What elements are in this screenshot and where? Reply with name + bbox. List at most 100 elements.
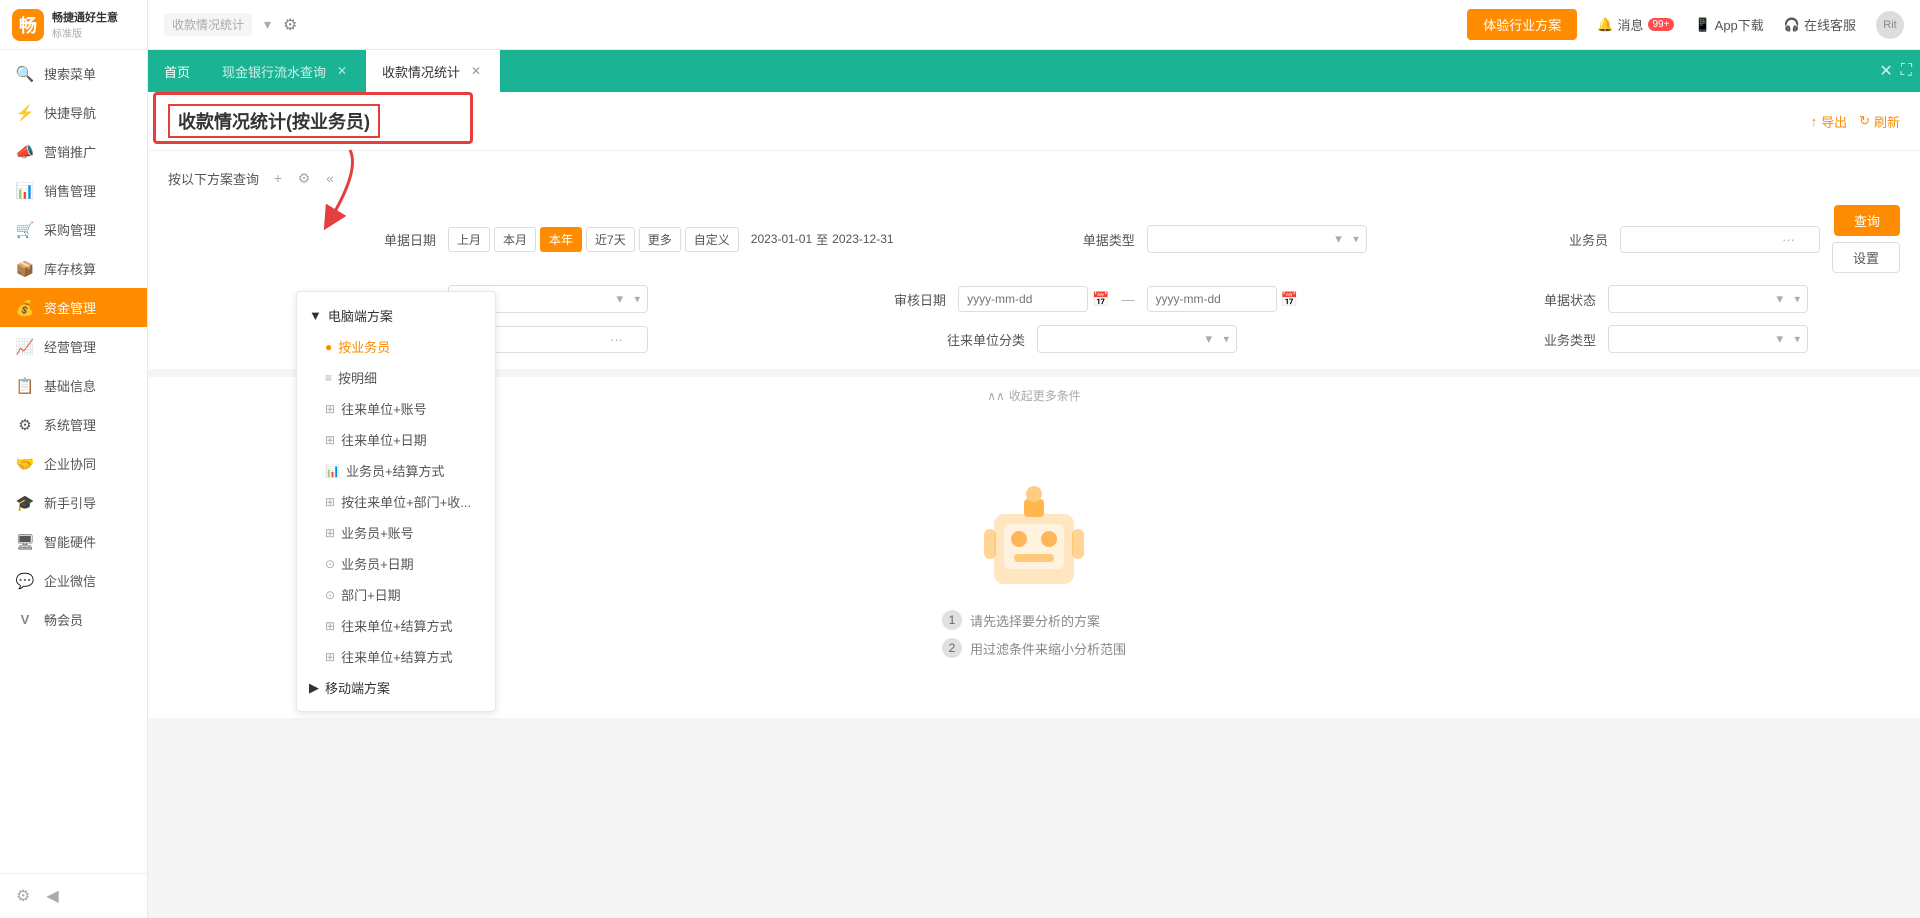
collapse-scheme-icon[interactable]: « [319,167,341,189]
export-button[interactable]: ↑ 导出 [1811,112,1848,131]
sidebar-item-base-info[interactable]: 📋 基础信息 [0,366,147,405]
sidebar-item-label: 智能硬件 [44,532,96,551]
sidebar-item-enterprise[interactable]: 🤝 企业协同 [0,444,147,483]
scheme-item-by-salesperson[interactable]: ● 按业务员 [297,331,495,362]
partner-category-select[interactable]: ▾ [1037,325,1237,353]
sidebar-item-search-menu[interactable]: 🔍 搜索菜单 [0,54,147,93]
member-icon: V [16,611,34,629]
sidebar-item-sales[interactable]: 📊 销售管理 [0,171,147,210]
header-right: 体验行业方案 🔔 消息 99+ 📱 App下载 🎧 在线客服 Rit [1467,9,1904,40]
sidebar-item-operations[interactable]: 📈 经营管理 [0,327,147,366]
query-button[interactable]: 查询 [1834,205,1900,236]
sidebar-item-inventory[interactable]: 📦 库存核算 [0,249,147,288]
scheme-item-partner-settle2[interactable]: ⊞ 往来单位+结算方式 [297,641,495,672]
sidebar-item-smart-hw[interactable]: 🖥 智能硬件 [0,522,147,561]
logo-app-name: 畅捷通好生意 [52,9,118,25]
scheme-group-mobile-header[interactable]: ▶ 移动端方案 [297,672,495,703]
tab-collection-stat-close-icon[interactable]: ✕ [468,63,484,79]
biz-type-dropdown-icon: ▾ [1776,331,1783,347]
scheme-item-partner-date[interactable]: ⊞ 往来单位+日期 [297,424,495,455]
partner-category-label: 往来单位分类 [947,330,1025,349]
online-service-label: 在线客服 [1804,15,1856,34]
empty-state: 1 请先选择要分析的方案 2 用过滤条件来缩小分析范围 [942,414,1126,718]
settings-bottom-icon[interactable]: ⚙ [16,886,30,906]
biz-type-label: 业务类型 [1536,330,1596,349]
sidebar-item-wechat-biz[interactable]: 💬 企业微信 [0,561,147,600]
sidebar-item-quick-nav[interactable]: ⚡ 快捷导航 [0,93,147,132]
sidebar-item-finance[interactable]: 💰 资金管理 [0,288,147,327]
tab-bank-flow-close-icon[interactable]: ✕ [334,63,350,79]
scheme-item-partner-account[interactable]: ⊞ 往来单位+账号 [297,393,495,424]
page-content: 收款情况统计(按业务员) ↑ 导出 ↻ 刷新 按以下方案查询 + ⚙ « [148,92,1920,918]
scheme-item-label: 按业务员 [338,337,390,356]
date-opt-more[interactable]: 更多 [639,227,681,252]
scheme-item-partner-settle[interactable]: ⊞ 往来单位+结算方式 [297,610,495,641]
sidebar-item-label: 搜索菜单 [44,64,96,83]
notification-icon: 🔔 [1597,17,1613,33]
date-opt-last-7-days[interactable]: 近7天 [586,227,635,252]
bill-type-select-wrap: ▾ [1147,225,1367,253]
tab-bank-flow-label: 现金银行流水查询 [222,62,326,81]
tab-right-actions: ✕ ⛶ [1879,61,1920,81]
tab-home[interactable]: 首页 [148,50,206,92]
sidebar-item-marketing[interactable]: 📣 营销推广 [0,132,147,171]
filter-settings-button[interactable]: 设置 [1832,242,1900,273]
tab-collection-stat[interactable]: 收款情况统计 ✕ [366,50,500,92]
date-opt-last-month[interactable]: 上月 [448,227,490,252]
app-download-label: App下载 [1715,15,1764,34]
scheme-item-salesperson-account[interactable]: ⊞ 业务员+账号 [297,517,495,548]
date-opt-this-month[interactable]: 本月 [494,227,536,252]
sidebar-nav: 🔍 搜索菜单 ⚡ 快捷导航 📣 营销推广 📊 销售管理 🛒 采购管理 📦 库存核… [0,50,147,873]
collapse-sidebar-icon[interactable]: ◀ [46,886,58,906]
trial-industry-button[interactable]: 体验行业方案 [1467,9,1577,40]
scheme-group-mobile-label: 移动端方案 [325,678,390,697]
export-label: 导出 [1821,112,1847,131]
header-settings-icon[interactable]: ⚙ [283,15,297,35]
quick-nav-icon: ⚡ [16,104,34,122]
salesperson-label: 业务员 [1548,230,1608,249]
filter-rows-container: 单据日期 上月 本月 本年 近7天 更多 自定义 2023-01-01 至 [376,205,1900,353]
scheme-group-desktop-label: 电脑端方案 [328,306,393,325]
scheme-settings-icon[interactable]: ⚙ [293,167,315,189]
user-avatar[interactable]: Rit [1876,11,1904,39]
sidebar-item-guide[interactable]: 🎓 新手引导 [0,483,147,522]
tab-close-all-icon[interactable]: ✕ [1879,61,1892,81]
biz-type-select[interactable]: ▾ [1608,325,1808,353]
online-service-action[interactable]: 🎧 在线客服 [1784,15,1856,34]
date-range-separator: 至 [816,231,828,248]
sidebar-item-member[interactable]: V 畅会员 [0,600,147,639]
tab-maximize-icon[interactable]: ⛶ [1901,62,1912,80]
scheme-item-salesperson-date[interactable]: ⊙ 业务员+日期 [297,548,495,579]
sidebar-item-purchase[interactable]: 🛒 采购管理 [0,210,147,249]
audit-date-from-calendar-icon[interactable]: 📅 [1092,291,1109,308]
inventory-icon: 📦 [16,260,34,278]
audit-date-to-input[interactable] [1147,286,1277,312]
refresh-button[interactable]: ↻ 刷新 [1859,112,1900,131]
app-download-action[interactable]: 📱 App下载 [1694,15,1763,34]
date-range: 2023-01-01 至 2023-12-31 [751,231,894,248]
scheme-item-label: 业务员+日期 [341,554,414,573]
notification-action[interactable]: 🔔 消息 99+ [1597,15,1674,34]
bill-type-select[interactable]: ▾ [1147,225,1367,253]
audit-date-to-calendar-icon[interactable]: 📅 [1281,291,1298,308]
partner-more-icon[interactable]: ··· [610,332,623,347]
scheme-item-by-partner-dept[interactable]: ⊞ 按往来单位+部门+收... [297,486,495,517]
tab-bank-flow[interactable]: 现金银行流水查询 ✕ [206,50,366,92]
date-opt-this-year[interactable]: 本年 [540,227,582,252]
partner-account-icon: ⊞ [325,402,335,416]
breadcrumb-dropdown-icon[interactable]: ▾ [264,16,271,33]
scheme-item-dept-date[interactable]: ⊙ 部门+日期 [297,579,495,610]
salesperson-more-icon[interactable]: ··· [1782,232,1795,247]
bill-status-select[interactable]: ▾ [1608,285,1808,313]
scheme-item-by-detail[interactable]: ≡ 按明细 [297,362,495,393]
scheme-group-desktop-header[interactable]: ▼ 电脑端方案 [297,300,495,331]
sidebar-item-system[interactable]: ⚙ 系统管理 [0,405,147,444]
notification-badge: 99+ [1648,18,1675,31]
scheme-item-salesperson-settle[interactable]: 📊 业务员+结算方式 [297,455,495,486]
date-opt-custom[interactable]: 自定义 [685,227,739,252]
empty-hint-1: 1 请先选择要分析的方案 [942,610,1126,630]
filter-row-3: 往来单位 ··· 往来单位分类 ▾ [376,325,1900,353]
add-scheme-icon[interactable]: + [267,167,289,189]
salesperson-select[interactable]: ··· [1620,226,1820,253]
audit-date-from-input[interactable] [958,286,1088,312]
